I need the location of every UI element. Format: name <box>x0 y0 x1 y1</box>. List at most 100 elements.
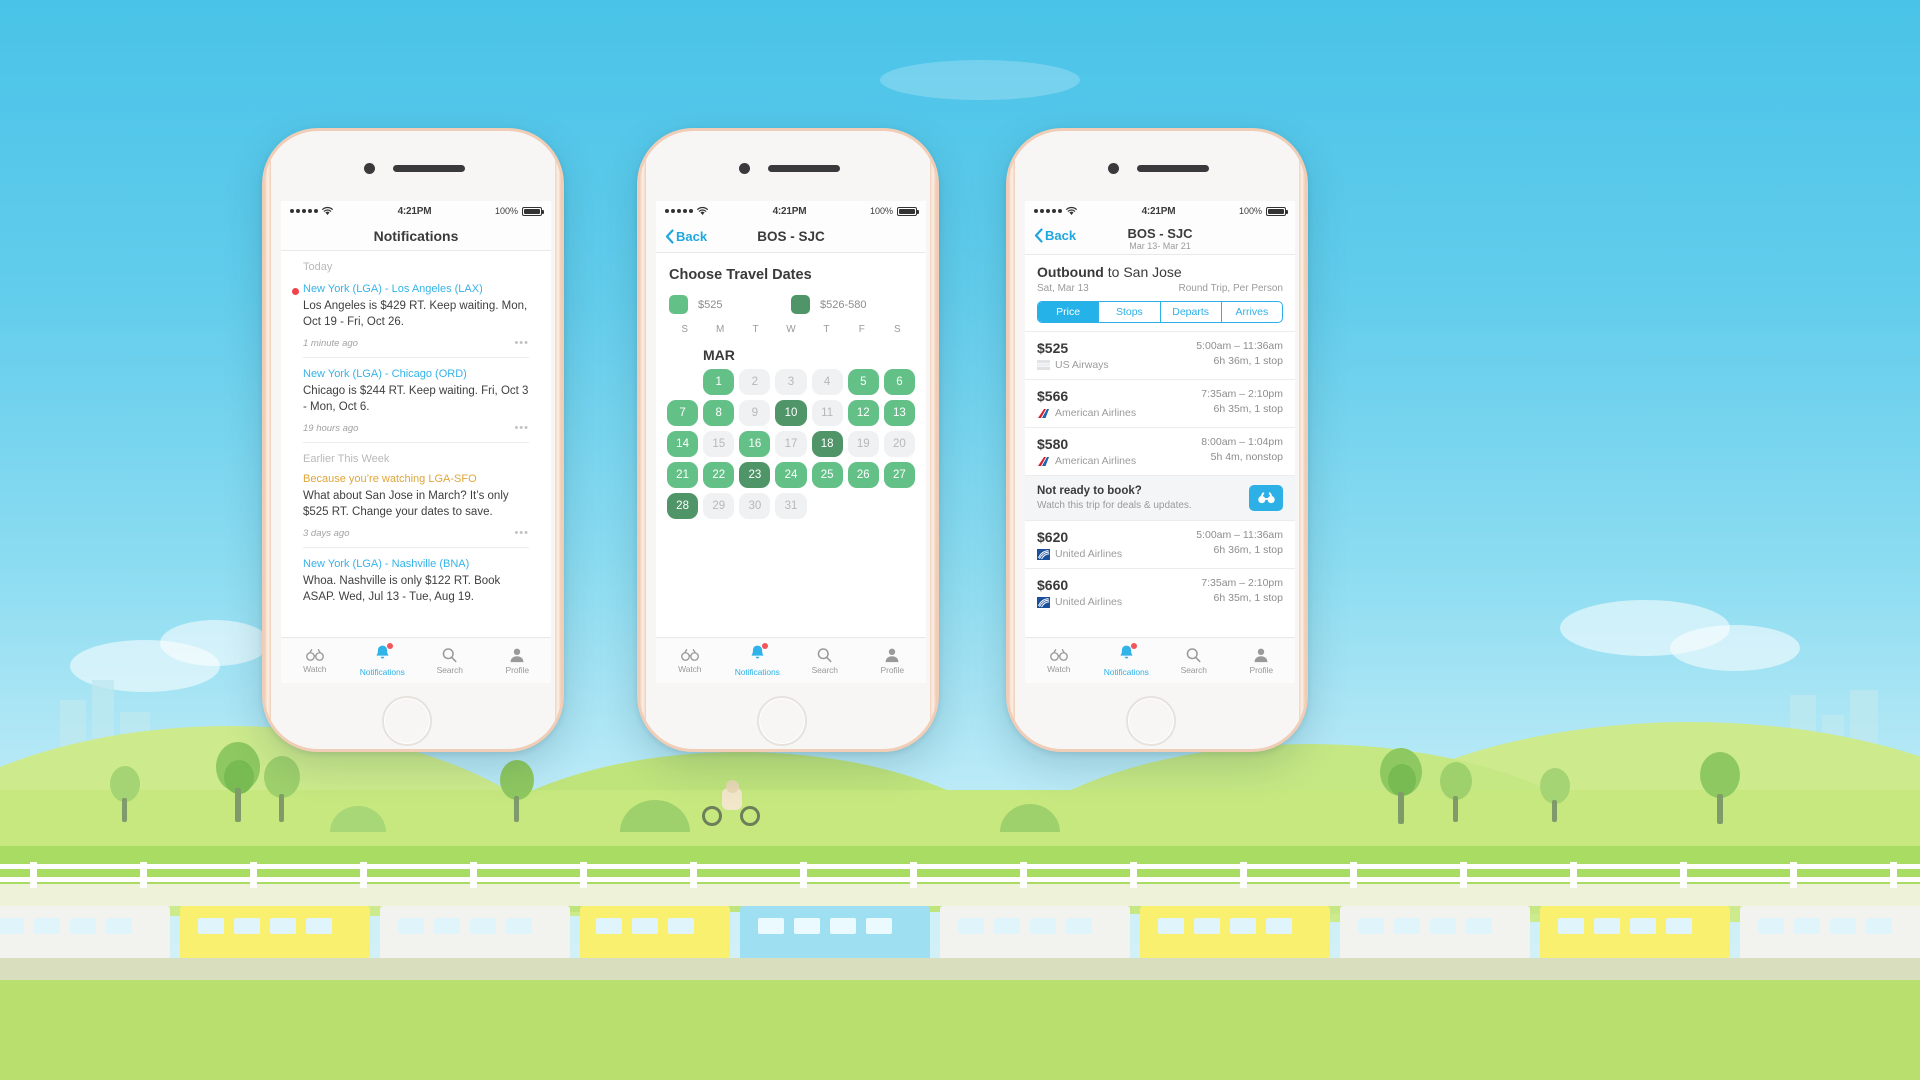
calendar-panel[interactable]: Choose Travel Dates $525 $526-580 S M T … <box>656 253 926 637</box>
sort-segmented-control[interactable]: Price Stops Departs Arrives <box>1037 301 1283 323</box>
depart-date: Sat, Mar 13 <box>1037 283 1089 294</box>
american-airlines-logo <box>1038 456 1049 466</box>
calendar-day-27[interactable]: 27 <box>883 462 915 488</box>
overflow-menu-icon[interactable]: ••• <box>514 527 529 539</box>
notification-badge <box>386 643 393 649</box>
notification-item[interactable]: New York (LGA) - Chicago (ORD) Chicago i… <box>281 358 551 442</box>
calendar-day-10[interactable]: 10 <box>775 400 807 426</box>
dow-s: S <box>681 324 689 335</box>
tab-notifications[interactable]: Notifications <box>1093 638 1161 683</box>
watch-trip-button[interactable] <box>1249 485 1283 511</box>
sort-tab-price[interactable]: Price <box>1038 302 1100 322</box>
tab-search[interactable]: Search <box>416 638 484 683</box>
results-panel[interactable]: Outbound to San Jose Sat, Mar 13 Round T… <box>1025 255 1295 637</box>
notification-item[interactable]: New York (LGA) - Los Angeles (LAX) Los A… <box>281 279 551 357</box>
tab-bar[interactable]: Watch Notifications Search Profile <box>281 637 551 683</box>
tab-label: Profile <box>880 664 905 675</box>
american-airlines-logo <box>1038 408 1049 418</box>
united-airlines-logo <box>1037 548 1050 560</box>
calendar-day-23[interactable]: 23 <box>739 462 771 488</box>
calendar-day-13[interactable]: 13 <box>883 400 915 426</box>
calendar-day-5[interactable]: 5 <box>847 369 879 395</box>
calendar-day-31: 31 <box>775 493 807 519</box>
flight-row[interactable]: $660 United Airlines 7:35am – 2:10pm 6h … <box>1025 569 1295 616</box>
calendar-day-29: 29 <box>703 493 735 519</box>
tab-notifications[interactable]: Notifications <box>724 638 792 683</box>
flight-row[interactable]: $620 United Airlines 5:00am – 11:36am 6h… <box>1025 521 1295 568</box>
cloud-icon <box>160 620 270 666</box>
calendar-day-22[interactable]: 22 <box>703 462 735 488</box>
magnifier-icon <box>817 647 832 662</box>
calendar-day-26[interactable]: 26 <box>847 462 879 488</box>
legend-swatch-low <box>669 295 688 314</box>
notification-item[interactable]: New York (LGA) - Nashville (BNA) Whoa. N… <box>281 548 551 613</box>
cloud-icon <box>880 60 1080 100</box>
binoculars-icon <box>680 648 699 661</box>
sort-tab-stops[interactable]: Stops <box>1099 302 1161 322</box>
tab-profile[interactable]: Profile <box>859 638 927 683</box>
tab-search[interactable]: Search <box>791 638 859 683</box>
calendar-day-21[interactable]: 21 <box>667 462 699 488</box>
sort-tab-arrives[interactable]: Arrives <box>1222 302 1282 322</box>
back-button[interactable]: Back <box>1034 228 1076 243</box>
flight-row[interactable]: $580 American Airlines 8:00am – 1:04pm 5… <box>1025 428 1295 475</box>
calendar-day-1[interactable]: 1 <box>703 369 735 395</box>
sort-tab-departs[interactable]: Departs <box>1161 302 1222 322</box>
front-camera-icon <box>739 163 750 174</box>
tab-bar[interactable]: Watch Notifications Search Profile <box>1025 637 1295 683</box>
notification-title[interactable]: New York (LGA) - Los Angeles (LAX) <box>303 283 529 295</box>
overflow-menu-icon[interactable]: ••• <box>514 422 529 434</box>
calendar-day-7[interactable]: 7 <box>667 400 699 426</box>
overflow-menu-icon[interactable]: ••• <box>514 337 529 349</box>
status-bar: 4:21PM 100% <box>1025 201 1295 221</box>
phone1-screen: 4:21PM 100% Notifications Today New York… <box>281 201 551 683</box>
airline-name: American Airlines <box>1055 455 1137 467</box>
calendar-day-25[interactable]: 25 <box>811 462 843 488</box>
notifications-list[interactable]: Today New York (LGA) - Los Angeles (LAX)… <box>281 251 551 637</box>
home-button[interactable] <box>757 696 807 746</box>
calendar-day-16[interactable]: 16 <box>739 431 771 457</box>
flight-airline: American Airlines <box>1037 455 1136 467</box>
tree <box>1380 748 1422 824</box>
home-button[interactable] <box>382 696 432 746</box>
tab-profile[interactable]: Profile <box>484 638 552 683</box>
fence <box>0 862 1920 888</box>
flight-times: 7:35am – 2:10pm <box>1201 388 1283 400</box>
tab-notifications[interactable]: Notifications <box>349 638 417 683</box>
calendar-day-24[interactable]: 24 <box>775 462 807 488</box>
calendar-day-12[interactable]: 12 <box>847 400 879 426</box>
calendar-day-30: 30 <box>739 493 771 519</box>
calendar-day-8[interactable]: 8 <box>703 400 735 426</box>
tab-watch[interactable]: Watch <box>1025 638 1093 683</box>
train-car <box>1540 906 1730 960</box>
flight-row[interactable]: $566 American Airlines 7:35am – 2:10pm 6… <box>1025 380 1295 427</box>
notification-title[interactable]: New York (LGA) - Chicago (ORD) <box>303 368 529 380</box>
nav-bar: Notifications <box>281 221 551 251</box>
tab-watch[interactable]: Watch <box>656 638 724 683</box>
flight-times: 5:00am – 11:36am <box>1196 529 1283 541</box>
home-button[interactable] <box>1126 696 1176 746</box>
tab-bar[interactable]: Watch Notifications Search Profile <box>656 637 926 683</box>
calendar-day-14[interactable]: 14 <box>667 431 699 457</box>
tab-profile[interactable]: Profile <box>1228 638 1296 683</box>
wifi-icon <box>697 206 708 215</box>
signal-dots-icon <box>1034 209 1062 213</box>
person-icon <box>1254 648 1268 662</box>
notification-title[interactable]: New York (LGA) - Nashville (BNA) <box>303 558 529 570</box>
notification-item[interactable]: Because you’re watching LGA-SFO What abo… <box>281 471 551 547</box>
magnifier-icon <box>442 647 457 662</box>
calendar-grid[interactable]: 1 2 3 4 5 6 7 8 9 10 11 12 13 14 15 16 17 18 19 20 21 22 23 24 2… <box>667 369 915 519</box>
watch-trip-card[interactable]: Not ready to book? Watch this trip for d… <box>1025 476 1295 520</box>
flight-row[interactable]: $525 US Airways 5:00am – 11:36am 6h 36m,… <box>1025 332 1295 379</box>
train-car <box>180 906 370 960</box>
tab-search[interactable]: Search <box>1160 638 1228 683</box>
calendar-day-6[interactable]: 6 <box>883 369 915 395</box>
calendar-day-18[interactable]: 18 <box>811 431 843 457</box>
legend-low: $525 <box>669 295 791 314</box>
calendar-day-28[interactable]: 28 <box>667 493 699 519</box>
notification-title[interactable]: Because you’re watching LGA-SFO <box>303 473 529 485</box>
tab-label: Profile <box>1249 664 1274 675</box>
tab-watch[interactable]: Watch <box>281 638 349 683</box>
back-button[interactable]: Back <box>665 229 707 244</box>
tab-label: Notifications <box>1103 667 1149 677</box>
